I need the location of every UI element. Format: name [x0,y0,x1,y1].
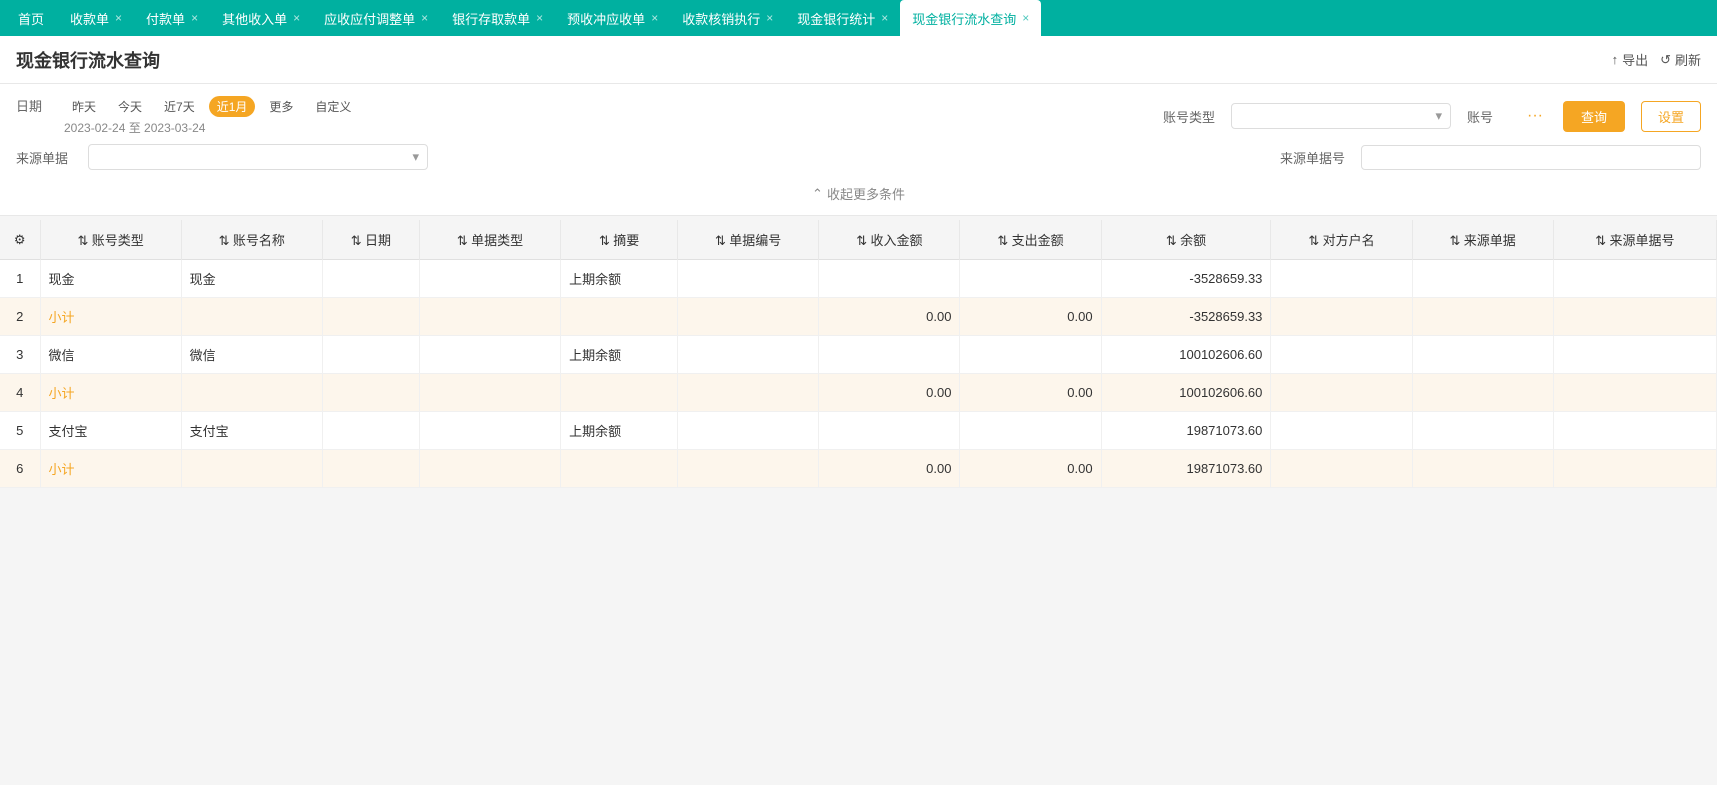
chevron-down-icon: ▾ [1435,108,1442,124]
query-button[interactable]: 查询 [1563,101,1625,132]
sort-arrows[interactable]: ⇅ [1308,233,1319,248]
date-opt-custom[interactable]: 自定义 [307,96,359,117]
close-icon[interactable]: × [651,11,658,25]
table-row[interactable]: 4小计0.000.00100102606.60 [0,374,1717,412]
sort-arrows[interactable]: ⇅ [457,233,468,248]
nav-tab-yushouquan[interactable]: 预收冲应收单 × [555,0,670,36]
col-income: ⇅ 收入金额 [819,220,960,260]
col-balance: ⇅ 余额 [1101,220,1271,260]
date-range: 2023-02-24 至 2023-03-24 [64,119,359,136]
col-counterparty: ⇅ 对方户名 [1271,220,1412,260]
date-opt-1month[interactable]: 近1月 [209,96,256,117]
table-body: 1现金现金上期余额-3528659.332小计0.000.00-3528659.… [0,260,1717,488]
nav-tab-yingshouyingfu[interactable]: 应收应付调整单 × [312,0,440,36]
gear-icon[interactable]: ⚙ [14,232,26,247]
sort-arrows[interactable]: ⇅ [1450,233,1461,248]
close-icon[interactable]: × [191,11,198,25]
col-account-type: ⇅ 账号类型 [40,220,181,260]
date-opt-more[interactable]: 更多 [261,96,301,117]
table-row[interactable]: 6小计0.000.0019871073.60 [0,450,1717,488]
nav-tab-qita[interactable]: 其他收入单 × [210,0,312,36]
col-expense: ⇅ 支出金额 [960,220,1101,260]
close-icon[interactable]: × [536,11,543,25]
table-container: ⚙ ⇅ 账号类型 ⇅ 账号名称 ⇅ 日期 ⇅ 单据类型 [0,220,1717,488]
refresh-button[interactable]: ↺ 刷新 [1660,50,1701,69]
table-header: ⚙ ⇅ 账号类型 ⇅ 账号名称 ⇅ 日期 ⇅ 单据类型 [0,220,1717,260]
export-icon: ↑ [1612,52,1619,67]
export-button[interactable]: ↑ 导出 [1612,50,1649,69]
nav-tab-fukuan[interactable]: 付款单 × [134,0,210,36]
header-actions: ↑ 导出 ↺ 刷新 [1612,50,1701,69]
account-type-select[interactable]: ▾ [1231,103,1451,129]
col-account-name: ⇅ 账号名称 [181,220,322,260]
close-icon[interactable]: × [881,11,888,25]
close-icon[interactable]: × [115,11,122,25]
nav-tab-yinhangcunqu[interactable]: 银行存取款单 × [440,0,555,36]
source-doc-label: 来源单据 [16,148,72,167]
sort-arrows[interactable]: ⇅ [997,233,1008,248]
settings-button[interactable]: 设置 [1641,101,1701,132]
close-icon[interactable]: × [1022,11,1029,25]
filter-row-date: 日期 昨天 今天 近7天 近1月 更多 自定义 2023-02-24 至 202… [16,96,1701,136]
nav-tab-shoukuanhexiao[interactable]: 收款核销执行 × [670,0,785,36]
table-row[interactable]: 2小计0.000.00-3528659.33 [0,298,1717,336]
date-opt-today[interactable]: 今天 [110,96,150,117]
close-icon[interactable]: × [421,11,428,25]
date-label: 日期 [16,96,56,115]
sort-arrows[interactable]: ⇅ [77,233,88,248]
table-row[interactable]: 3微信微信上期余额100102606.60 [0,336,1717,374]
date-options: 昨天 今天 近7天 近1月 更多 自定义 [64,96,359,117]
close-icon[interactable]: × [293,11,300,25]
col-doc-type: ⇅ 单据类型 [419,220,560,260]
table-row[interactable]: 5支付宝支付宝上期余额19871073.60 [0,412,1717,450]
main-table: ⚙ ⇅ 账号类型 ⇅ 账号名称 ⇅ 日期 ⇅ 单据类型 [0,220,1717,488]
collapse-bar[interactable]: ⌃ 收起更多条件 [16,178,1701,203]
col-source-doc: ⇅ 来源单据 [1412,220,1553,260]
refresh-icon: ↺ [1660,52,1671,68]
account-label: 账号 [1467,107,1507,126]
sort-arrows[interactable]: ⇅ [351,233,362,248]
date-filter-group: 日期 昨天 今天 近7天 近1月 更多 自定义 2023-02-24 至 202… [16,96,359,136]
source-doc-num-input[interactable] [1361,145,1701,170]
filter-row-source: 来源单据 ▾ 来源单据号 [16,144,1701,170]
sort-arrows[interactable]: ⇅ [1166,233,1177,248]
top-nav: 首页 收款单 × 付款单 × 其他收入单 × 应收应付调整单 × 银行存取款单 … [0,0,1717,36]
source-doc-select[interactable]: ▾ [88,144,428,170]
nav-home[interactable]: 首页 [4,9,58,28]
date-opt-yesterday[interactable]: 昨天 [64,96,104,117]
collapse-label: 收起更多条件 [827,184,905,203]
nav-tab-xianjinyinhang[interactable]: 现金银行统计 × [785,0,900,36]
sort-arrows[interactable]: ⇅ [856,233,867,248]
col-summary: ⇅ 摘要 [561,220,678,260]
col-gear[interactable]: ⚙ [0,220,40,260]
source-doc-num-label: 来源单据号 [1280,148,1345,167]
col-source-doc-num: ⇅ 来源单据号 [1553,220,1716,260]
sort-arrows[interactable]: ⇅ [715,233,726,248]
account-type-label: 账号类型 [1163,107,1215,126]
filter-area: 日期 昨天 今天 近7天 近1月 更多 自定义 2023-02-24 至 202… [0,84,1717,216]
account-dots[interactable]: ··· [1523,107,1547,125]
sort-arrows[interactable]: ⇅ [219,233,230,248]
date-options-wrapper: 昨天 今天 近7天 近1月 更多 自定义 2023-02-24 至 2023-0… [64,96,359,136]
page-title: 现金银行流水查询 [16,47,160,73]
close-icon[interactable]: × [766,11,773,25]
date-opt-7days[interactable]: 近7天 [156,96,203,117]
table-row[interactable]: 1现金现金上期余额-3528659.33 [0,260,1717,298]
sort-arrows[interactable]: ⇅ [599,233,610,248]
page-header: 现金银行流水查询 ↑ 导出 ↺ 刷新 [0,36,1717,84]
nav-tab-shoukuan[interactable]: 收款单 × [58,0,134,36]
col-doc-num: ⇅ 单据编号 [678,220,819,260]
sort-arrows[interactable]: ⇅ [1595,233,1606,248]
col-date: ⇅ 日期 [322,220,419,260]
collapse-icon: ⌃ [812,186,823,202]
nav-tab-liushui[interactable]: 现金银行流水查询 × [900,0,1041,36]
chevron-down-icon: ▾ [412,149,419,165]
